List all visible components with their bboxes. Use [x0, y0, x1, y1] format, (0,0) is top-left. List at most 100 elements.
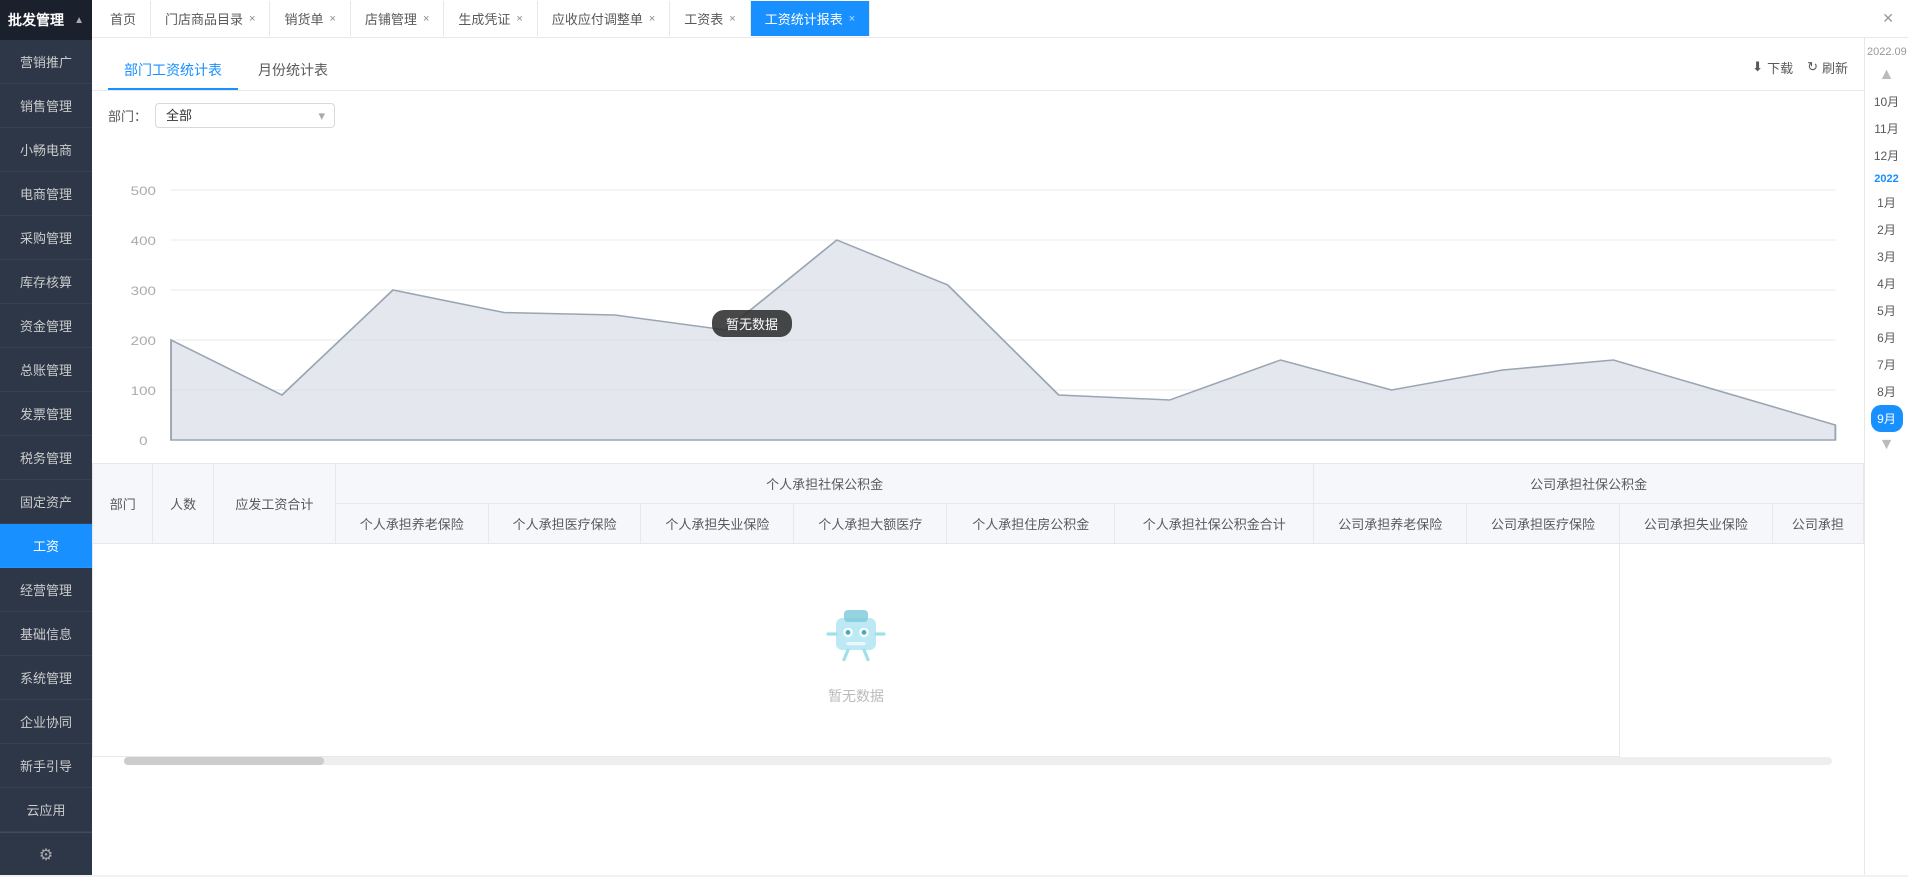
tab-cert-gen[interactable]: 生成凭证× — [444, 1, 537, 36]
sidebar-item-tax[interactable]: 税务管理 — [0, 436, 92, 480]
svg-text:200: 200 — [131, 334, 157, 347]
sidebar-item-operations[interactable]: 经营管理 — [0, 568, 92, 612]
sidebar-item-marketing[interactable]: 营销推广 — [0, 40, 92, 84]
col-personal-total: 个人承担社保公积金合计 — [1115, 504, 1314, 544]
data-table: 部门 人数 应发工资合计 个人承担社保公积金 公司承担社保公积金 个人承担养老保… — [92, 463, 1864, 757]
timeline-month-10月[interactable]: 10月 — [1865, 88, 1908, 115]
download-button[interactable]: ⬇ 下载 — [1752, 58, 1793, 77]
tab-close-ar-adj[interactable]: × — [649, 13, 655, 25]
col-group-personal: 个人承担社保公积金 — [335, 464, 1313, 504]
timeline-month-3月[interactable]: 3月 — [1865, 243, 1908, 270]
sidebar-item-inventory[interactable]: 库存核算 — [0, 260, 92, 304]
tab-close-payroll-report[interactable]: × — [849, 13, 855, 25]
dept-filter-select[interactable]: 全部 — [155, 103, 335, 128]
dept-filter-wrap: 全部 — [155, 103, 335, 128]
sidebar-item-sales[interactable]: 销售管理 — [0, 84, 92, 128]
tab-sales-order[interactable]: 销货单× — [270, 1, 350, 36]
sidebar-arrow-icon: ▲ — [74, 15, 84, 26]
timeline-month-2月[interactable]: 2月 — [1865, 216, 1908, 243]
sidebar-item-capital[interactable]: 资金管理 — [0, 304, 92, 348]
sidebar-item-enterprise[interactable]: 企业协同 — [0, 700, 92, 744]
main-area: 首页门店商品目录×销货单×店铺管理×生成凭证×应收应付调整单×工资表×工资统计报… — [92, 0, 1908, 875]
sidebar-item-guide[interactable]: 新手引导 — [0, 744, 92, 788]
refresh-button[interactable]: ↻ 刷新 — [1807, 58, 1848, 77]
tab-close-store-catalog[interactable]: × — [249, 13, 255, 25]
timeline-panel: 2022.09▲10月11月12月20221月2月3月4月5月6月7月8月9月▼ — [1864, 38, 1908, 875]
horizontal-scrollbar[interactable] — [124, 757, 1832, 765]
tab-close-payroll[interactable]: × — [729, 13, 735, 25]
sidebar-item-cloud[interactable]: 云应用 — [0, 788, 92, 832]
chart-area: 0 100 200 300 400 500 暂无数 — [92, 140, 1864, 463]
timeline-month-6月[interactable]: 6月 — [1865, 324, 1908, 351]
col-personal-medical: 个人承担医疗保险 — [488, 504, 641, 544]
timeline-month-7月[interactable]: 7月 — [1865, 351, 1908, 378]
chart-svg: 0 100 200 300 400 500 — [108, 150, 1848, 450]
tab-home[interactable]: 首页 — [96, 1, 151, 36]
sidebar-item-basic[interactable]: 基础信息 — [0, 612, 92, 656]
inner-tabs: 部门工资统计表 月份统计表 ⬇ 下载 ↻ 刷新 — [92, 38, 1864, 91]
tab-bar: 首页门店商品目录×销货单×店铺管理×生成凭证×应收应付调整单×工资表×工资统计报… — [92, 0, 1908, 38]
svg-text:100: 100 — [131, 384, 157, 397]
dept-filter-label: 部门： — [108, 106, 147, 125]
tab-ar-adj[interactable]: 应收应付调整单× — [538, 1, 670, 36]
table-area[interactable]: 部门 人数 应发工资合计 个人承担社保公积金 公司承担社保公积金 个人承担养老保… — [92, 463, 1864, 875]
col-company-pension: 公司承担养老保险 — [1314, 504, 1467, 544]
timeline-month-9月[interactable]: 9月 — [1871, 405, 1903, 432]
sidebar-settings[interactable]: ⚙ — [0, 832, 92, 877]
timeline-nav-down[interactable]: ▼ — [1875, 432, 1899, 458]
timeline-month-1月[interactable]: 1月 — [1865, 189, 1908, 216]
page-content: 部门工资统计表 月份统计表 ⬇ 下载 ↻ 刷新 — [92, 38, 1864, 875]
svg-text:300: 300 — [131, 284, 157, 297]
col-personal-pension: 个人承担养老保险 — [335, 504, 488, 544]
no-data-text: 暂无数据 — [828, 686, 884, 706]
col-group-company: 公司承担社保公积金 — [1314, 464, 1864, 504]
timeline-month-12月[interactable]: 12月 — [1865, 142, 1908, 169]
tab-close-cert-gen[interactable]: × — [516, 13, 522, 25]
tab-dept-stats[interactable]: 部门工资统计表 — [108, 52, 238, 90]
sidebar-item-invoice[interactable]: 发票管理 — [0, 392, 92, 436]
col-personal-unemployment: 个人承担失业保险 — [641, 504, 794, 544]
timeline-month-5月[interactable]: 5月 — [1865, 297, 1908, 324]
sidebar-item-ecommerce-small[interactable]: 小畅电商 — [0, 128, 92, 172]
tab-close-store-mgmt[interactable]: × — [423, 13, 429, 25]
col-personal-housing: 个人承担住房公积金 — [947, 504, 1115, 544]
scrollbar-thumb[interactable] — [124, 757, 324, 765]
tab-close-sales-order[interactable]: × — [329, 13, 335, 25]
tab-payroll-report[interactable]: 工资统计报表× — [751, 1, 870, 36]
filter-row: 部门： 全部 — [92, 91, 1864, 140]
svg-text:500: 500 — [131, 184, 157, 197]
tab-actions: ⬇ 下载 ↻ 刷新 — [1752, 58, 1848, 85]
svg-text:400: 400 — [131, 234, 157, 247]
sidebar-header[interactable]: 批发管理 ▲ — [0, 0, 92, 40]
sidebar-item-assets[interactable]: 固定资产 — [0, 480, 92, 524]
tab-month-stats[interactable]: 月份统计表 — [242, 52, 344, 90]
download-icon: ⬇ — [1752, 59, 1763, 75]
col-count: 人数 — [153, 464, 213, 544]
timeline-year-2022[interactable]: 2022 — [1865, 169, 1908, 189]
refresh-icon: ↻ — [1807, 59, 1818, 75]
sidebar-header-label: 批发管理 — [8, 10, 64, 30]
sidebar-item-ledger[interactable]: 总账管理 — [0, 348, 92, 392]
sidebar: 批发管理 ▲ 营销推广销售管理小畅电商电商管理采购管理库存核算资金管理总账管理发… — [0, 0, 92, 875]
timeline-month-11月[interactable]: 11月 — [1865, 115, 1908, 142]
tab-bar-actions: ✕ — [1876, 6, 1908, 31]
tab-payroll[interactable]: 工资表× — [670, 1, 750, 36]
timeline-month-4月[interactable]: 4月 — [1865, 270, 1908, 297]
window-close-button[interactable]: ✕ — [1876, 6, 1900, 31]
tab-store-catalog[interactable]: 门店商品目录× — [151, 1, 270, 36]
sidebar-item-salary[interactable]: 工资 — [0, 524, 92, 568]
col-personal-major-medical: 个人承担大额医疗 — [794, 504, 947, 544]
timeline-year-label: 2022.09 — [1865, 42, 1908, 62]
timeline-nav-up[interactable]: ▲ — [1875, 62, 1899, 88]
sidebar-item-ecommerce[interactable]: 电商管理 — [0, 172, 92, 216]
timeline-month-8月[interactable]: 8月 — [1865, 378, 1908, 405]
sidebar-item-purchase[interactable]: 采购管理 — [0, 216, 92, 260]
col-total-salary: 应发工资合计 — [213, 464, 335, 544]
content-area: 部门工资统计表 月份统计表 ⬇ 下载 ↻ 刷新 — [92, 38, 1908, 875]
no-data-section: 暂无数据 — [105, 554, 1607, 746]
col-company-medical: 公司承担医疗保险 — [1467, 504, 1620, 544]
col-company-unemployment: 公司承担失业保险 — [1619, 504, 1772, 544]
sidebar-item-system[interactable]: 系统管理 — [0, 656, 92, 700]
svg-text:0: 0 — [139, 434, 148, 447]
tab-store-mgmt[interactable]: 店铺管理× — [351, 1, 444, 36]
